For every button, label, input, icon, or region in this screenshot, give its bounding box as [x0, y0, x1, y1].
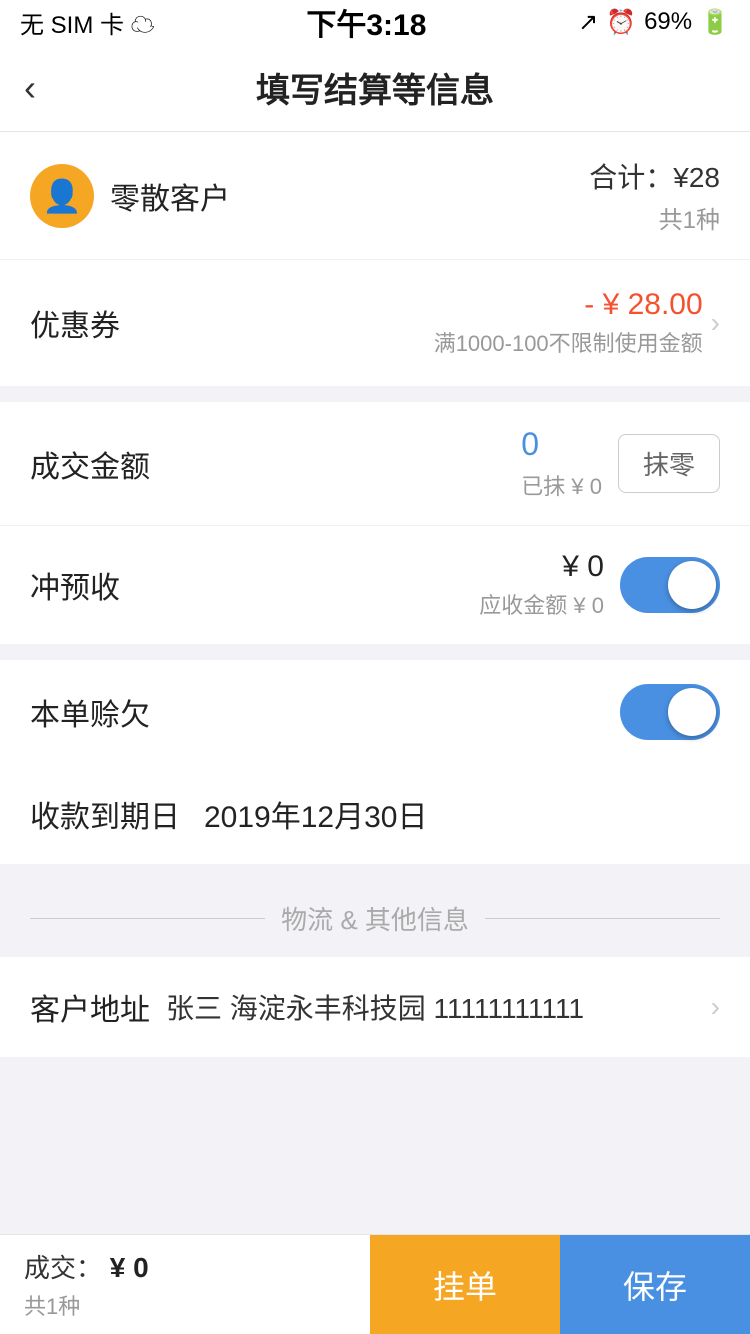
- clock-icon: ⏰: [606, 8, 636, 37]
- page-title: 填写结算等信息: [256, 63, 494, 112]
- pre-receipt-amount: ¥ 0: [479, 550, 604, 584]
- address-label: 客户地址: [30, 985, 150, 1029]
- nav-bar: ‹ 填写结算等信息: [0, 44, 750, 132]
- coupon-amount: - ¥ 28.00: [434, 288, 703, 322]
- due-date-value: 2019年12月30日: [204, 792, 427, 836]
- battery-icon: 🔋: [700, 8, 730, 37]
- transaction-amount-col: 0 已抹 ¥ 0: [521, 426, 602, 501]
- status-left: 无 SIM 卡 ☁: [20, 5, 155, 40]
- transaction-amount-label: 成交金额: [30, 442, 150, 486]
- address-value: 张三 海淀永丰科技园 11111111111: [166, 987, 695, 1027]
- credit-section: 本单赊欠 收款到期日 2019年12月30日: [0, 660, 750, 864]
- pre-receipt-toggle[interactable]: [620, 557, 720, 613]
- customer-row: 👤 零散客户 合计：¥28 共1种: [0, 132, 750, 259]
- pre-receipt-amount-col: ¥ 0 应收金额 ¥ 0: [479, 550, 604, 620]
- coupon-desc: 满1000-100不限制使用金额: [434, 326, 703, 358]
- bottom-deal-line: 成交： ¥ 0: [24, 1248, 346, 1285]
- coupon-row[interactable]: 优惠券 - ¥ 28.00 满1000-100不限制使用金额 ›: [0, 259, 750, 386]
- signal-icon: ↗: [578, 8, 598, 37]
- content-area: 👤 零散客户 合计：¥28 共1种 优惠券 - ¥ 28.00 满1000-10…: [0, 132, 750, 1173]
- coupon-right: - ¥ 28.00 满1000-100不限制使用金额 ›: [434, 288, 720, 358]
- status-time: 下午3:18: [306, 0, 426, 44]
- customer-section: 👤 零散客户 合计：¥28 共1种 优惠券 - ¥ 28.00 满1000-10…: [0, 132, 750, 386]
- address-chevron-icon: ›: [711, 991, 720, 1023]
- bottom-deal-amount: ¥ 0: [110, 1252, 149, 1283]
- due-date-row: 收款到期日 2019年12月30日: [0, 764, 750, 864]
- coupon-label: 优惠券: [30, 301, 120, 345]
- credit-label: 本单赊欠: [30, 690, 150, 734]
- address-section: 客户地址 张三 海淀永丰科技园 11111111111 ›: [0, 957, 750, 1057]
- round-zero-button[interactable]: 抹零: [618, 434, 720, 493]
- coupon-chevron-icon: ›: [711, 307, 720, 339]
- due-date-label: 收款到期日: [30, 792, 180, 836]
- address-row[interactable]: 客户地址 张三 海淀永丰科技园 11111111111 ›: [0, 957, 750, 1057]
- transaction-section: 成交金额 0 已抹 ¥ 0 抹零 冲预收 ¥ 0 应收金额 ¥ 0: [0, 402, 750, 644]
- credit-right: [620, 684, 720, 740]
- transaction-amount-value: 0: [521, 426, 602, 463]
- status-bar: 无 SIM 卡 ☁ 下午3:18 ↗ ⏰ 69% 🔋: [0, 0, 750, 44]
- customer-name: 零散客户: [110, 174, 230, 218]
- transaction-amount-row: 成交金额 0 已抹 ¥ 0 抹零: [0, 402, 750, 525]
- bottom-summary: 成交： ¥ 0 共1种: [0, 1235, 370, 1334]
- customer-right: 合计：¥28 共1种: [589, 156, 720, 235]
- credit-row: 本单赊欠: [0, 660, 750, 764]
- customer-left: 👤 零散客户: [30, 164, 230, 228]
- pre-receipt-label: 冲预收: [30, 563, 120, 607]
- pre-receipt-sub: 应收金额 ¥ 0: [479, 588, 604, 620]
- bottom-deal-label: 成交：: [24, 1253, 102, 1283]
- bottom-count: 共1种: [24, 1289, 346, 1321]
- transaction-amount-sub: 已抹 ¥ 0: [521, 469, 602, 501]
- status-right: ↗ ⏰ 69% 🔋: [578, 8, 730, 37]
- bottom-bar: 成交： ¥ 0 共1种 挂单 保存: [0, 1234, 750, 1334]
- total-amount: 合计：¥28: [589, 156, 720, 196]
- transaction-amount-right: 0 已抹 ¥ 0 抹零: [521, 426, 720, 501]
- hold-button[interactable]: 挂单: [370, 1235, 560, 1334]
- pre-receipt-row: 冲预收 ¥ 0 应收金额 ¥ 0: [0, 525, 750, 644]
- save-button[interactable]: 保存: [560, 1235, 750, 1334]
- coupon-info: - ¥ 28.00 满1000-100不限制使用金额: [434, 288, 703, 358]
- pre-receipt-right: ¥ 0 应收金额 ¥ 0: [479, 550, 720, 620]
- back-button[interactable]: ‹: [24, 67, 36, 109]
- sim-status: 无 SIM 卡 ☁: [20, 5, 155, 40]
- credit-toggle[interactable]: [620, 684, 720, 740]
- avatar-icon: 👤: [42, 177, 82, 215]
- logistics-label: 物流 & 其他信息: [281, 900, 469, 937]
- total-count: 共1种: [589, 200, 720, 235]
- avatar: 👤: [30, 164, 94, 228]
- battery-status: 69%: [644, 8, 692, 36]
- logistics-divider: 物流 & 其他信息: [0, 880, 750, 957]
